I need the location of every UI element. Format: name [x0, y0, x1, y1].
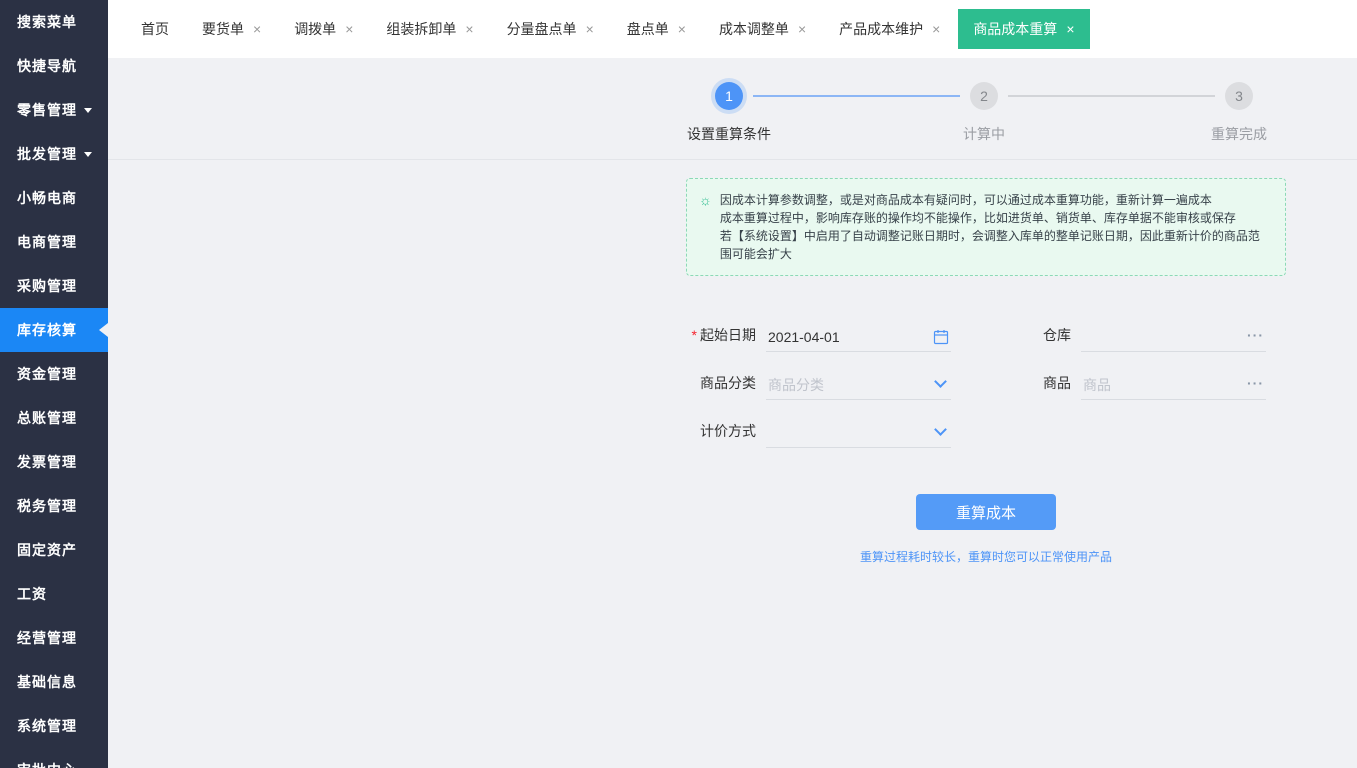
sidebar-item-inventory-accounting[interactable]: 库存核算 [0, 308, 108, 352]
sidebar-item-basic-info[interactable]: 基础信息 [0, 660, 108, 704]
start-date-label: * 起始日期 [691, 327, 756, 343]
step-1-circle: 1 [715, 82, 743, 110]
step-3-label: 重算完成 [1211, 126, 1267, 142]
chevron-down-icon [84, 151, 92, 157]
pricing-method-label: 计价方式 [700, 423, 756, 439]
step-connector-2 [1008, 95, 1215, 97]
sidebar-item-quick-nav[interactable]: 快捷导航 [0, 44, 108, 88]
start-date-field-wrap [766, 322, 951, 352]
form-row-3: 计价方式 [686, 400, 1286, 448]
sidebar-item-retail-mgmt[interactable]: 零售管理 [0, 88, 108, 132]
sidebar-item-purchase-mgmt[interactable]: 采购管理 [0, 264, 108, 308]
tab-product-cost-maintain[interactable]: 产品成本维护 × [824, 9, 955, 49]
close-icon[interactable]: × [1066, 22, 1074, 36]
warehouse-input[interactable] [1081, 322, 1266, 352]
tab-count-order[interactable]: 盘点单 × [612, 9, 701, 49]
category-select[interactable] [766, 370, 951, 400]
stepper: 1 2 3 设置重算条件 计算中 重算完成 [108, 58, 1357, 160]
tab-goods-cost-recalc[interactable]: 商品成本重算 × [958, 9, 1090, 49]
sidebar-item-search-menu[interactable]: 搜索菜单 [0, 0, 108, 44]
recalc-note-text: 重算过程耗时较长，重算时您可以正常使用产品 [859, 550, 1112, 564]
ellipsis-picker-icon[interactable]: ··· [1247, 327, 1264, 343]
product-field-wrap: ··· [1081, 370, 1266, 400]
category-field-wrap [766, 370, 951, 400]
product-label: 商品 [1043, 375, 1071, 391]
sidebar-item-wholesale-mgmt[interactable]: 批发管理 [0, 132, 108, 176]
close-icon[interactable]: × [465, 22, 473, 36]
tab-partial-count-order[interactable]: 分量盘点单 × [492, 9, 609, 49]
close-icon[interactable]: × [798, 22, 806, 36]
notice-line: 若【系统设置】中启用了自动调整记账日期时，会调整入库单的整单记账日期，因此重新计… [719, 229, 1260, 261]
calendar-icon[interactable] [933, 329, 949, 350]
pricing-method-select[interactable] [766, 418, 951, 448]
sidebar-item-partial[interactable]: 审批中心 [0, 748, 108, 768]
notice-box: ☼ 因成本计算参数调整，或是对商品成本有疑问时，可以通过成本重算功能，重新计算一… [686, 178, 1286, 276]
start-date-input[interactable] [766, 322, 951, 352]
sidebar-item-fixed-assets[interactable]: 固定资产 [0, 528, 108, 572]
category-label: 商品分类 [700, 375, 756, 391]
chevron-down-icon [84, 107, 92, 113]
step-2-circle: 2 [970, 82, 998, 110]
notice-text: 因成本计算参数调整，或是对商品成本有疑问时，可以通过成本重算功能，重新计算一遍成… [720, 191, 1271, 263]
required-mark: * [691, 327, 697, 343]
warehouse-field-wrap: ··· [1081, 322, 1266, 352]
tab-assembly-disassembly-order[interactable]: 组装拆卸单 × [371, 9, 488, 49]
content-body: ☼ 因成本计算参数调整，或是对商品成本有疑问时，可以通过成本重算功能，重新计算一… [108, 160, 1357, 768]
close-icon[interactable]: × [345, 22, 353, 36]
sidebar-item-system-mgmt[interactable]: 系统管理 [0, 704, 108, 748]
notice-line: 因成本计算参数调整，或是对商品成本有疑问时，可以通过成本重算功能，重新计算一遍成… [719, 193, 1212, 207]
bulb-icon: ☼ [699, 192, 712, 208]
sidebar: 搜索菜单 快捷导航 零售管理 批发管理 小畅电商 电商管理 采购管理 库存核算 … [0, 0, 108, 768]
tab-transfer-order[interactable]: 调拨单 × [279, 9, 368, 49]
recalc-form: *起始日期 仓 [686, 304, 1286, 448]
step-3-circle: 3 [1225, 82, 1253, 110]
close-icon[interactable]: × [253, 22, 261, 36]
form-row-1: *起始日期 仓 [686, 304, 1286, 352]
notice-line: 成本重算过程中，影响库存账的操作均不能操作，比如进货单、销货单、库存单据不能审核… [719, 211, 1236, 225]
recalc-cost-button[interactable]: 重算成本 [916, 494, 1056, 530]
tab-home[interactable]: 首页 [126, 9, 184, 49]
warehouse-label: 仓库 [1043, 327, 1071, 343]
tab-demand-order[interactable]: 要货单 × [187, 9, 276, 49]
close-icon[interactable]: × [586, 22, 594, 36]
sidebar-item-payroll[interactable]: 工资 [0, 572, 108, 616]
form-row-2: 商品分类 商品 ··· [686, 352, 1286, 400]
ellipsis-picker-icon[interactable]: ··· [1247, 375, 1264, 391]
step-1-label: 设置重算条件 [687, 126, 771, 142]
sidebar-item-funds-mgmt[interactable]: 资金管理 [0, 352, 108, 396]
sidebar-item-ecommerce-mgmt[interactable]: 电商管理 [0, 220, 108, 264]
sidebar-item-tax-mgmt[interactable]: 税务管理 [0, 484, 108, 528]
pricing-method-field-wrap [766, 418, 951, 448]
step-2-label: 计算中 [963, 126, 1005, 142]
product-input[interactable] [1081, 370, 1266, 400]
close-icon[interactable]: × [678, 22, 686, 36]
app-window: 搜索菜单 快捷导航 零售管理 批发管理 小畅电商 电商管理 采购管理 库存核算 … [0, 0, 1357, 768]
sidebar-item-business-mgmt[interactable]: 经营管理 [0, 616, 108, 660]
tab-bar: 首页 要货单 × 调拨单 × 组装拆卸单 × 分量盘点单 × 盘点单 × 成本调整单 × 产… [108, 0, 1357, 58]
tab-cost-adjust-order[interactable]: 成本调整单 × [704, 9, 821, 49]
sidebar-item-general-ledger[interactable]: 总账管理 [0, 396, 108, 440]
close-icon[interactable]: × [932, 22, 940, 36]
sidebar-item-xiaochang-ecommerce[interactable]: 小畅电商 [0, 176, 108, 220]
sidebar-item-invoice-mgmt[interactable]: 发票管理 [0, 440, 108, 484]
step-connector-1 [753, 95, 960, 97]
main-area: 首页 要货单 × 调拨单 × 组装拆卸单 × 分量盘点单 × 盘点单 × 成本调整单 × 产… [108, 0, 1357, 768]
